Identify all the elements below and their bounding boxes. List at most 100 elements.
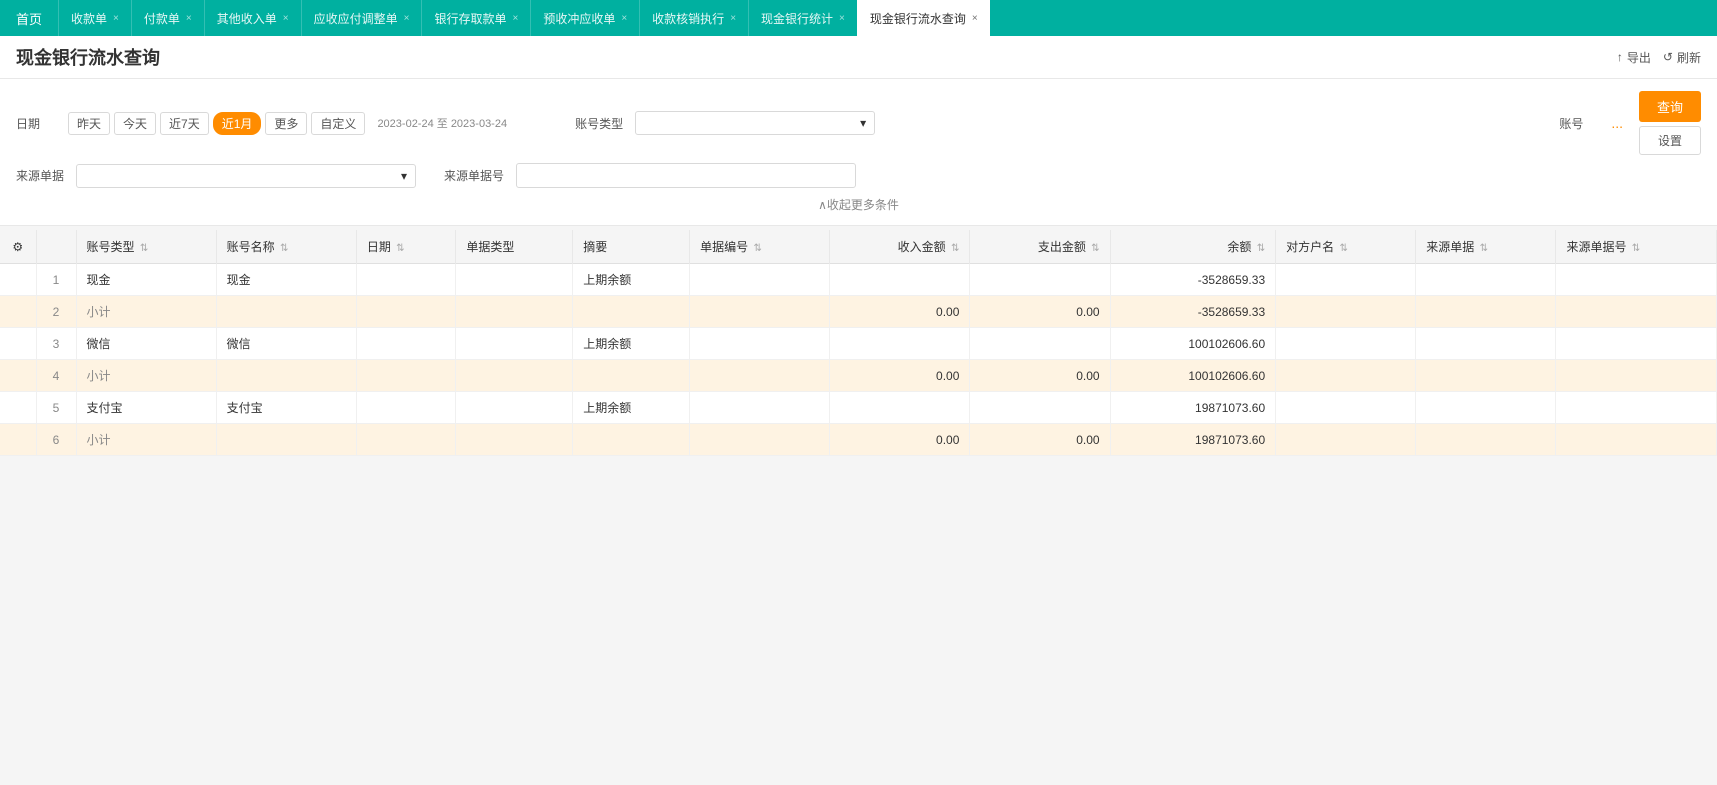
td-source-doc xyxy=(1416,360,1556,392)
td-settings xyxy=(0,264,36,296)
header-actions: ↑ 导出 ↺ 刷新 xyxy=(1617,49,1701,66)
date-btn-more[interactable]: 更多 xyxy=(265,112,307,135)
td-doc-no xyxy=(690,424,830,456)
td-account-type: 小计 xyxy=(76,296,216,328)
filter-row-date: 日期 昨天 今天 近7天 近1月 更多 自定义 2023-02-24 至 202… xyxy=(16,91,1701,155)
nav-tab-fukuandan[interactable]: 付款单 × xyxy=(131,0,204,36)
account-type-label: 账号类型 xyxy=(575,115,623,132)
close-icon[interactable]: × xyxy=(512,13,518,24)
td-income xyxy=(830,392,970,424)
th-source-doc[interactable]: 来源单据 ⇅ xyxy=(1416,230,1556,264)
nav-tab-shoukuanhexiao[interactable]: 收款核销执行 × xyxy=(639,0,748,36)
close-icon[interactable]: × xyxy=(621,13,627,24)
refresh-icon: ↺ xyxy=(1663,50,1673,64)
td-doc-no xyxy=(690,328,830,360)
th-income[interactable]: 收入金额 ⇅ xyxy=(830,230,970,264)
refresh-button[interactable]: ↺ 刷新 xyxy=(1663,49,1701,66)
th-counterpart[interactable]: 对方户名 ⇅ xyxy=(1276,230,1416,264)
th-account-name[interactable]: 账号名称 ⇅ xyxy=(216,230,356,264)
th-source-doc-no[interactable]: 来源单据号 ⇅ xyxy=(1556,230,1717,264)
nav-home[interactable]: 首页 xyxy=(0,0,58,36)
source-doc-no-input[interactable] xyxy=(516,163,856,188)
nav-tab-qitashouruan[interactable]: 其他收入单 × xyxy=(204,0,301,36)
source-doc-select[interactable]: ▾ xyxy=(76,164,416,188)
date-btn-yesterday[interactable]: 昨天 xyxy=(68,112,110,135)
nav-tab-yushounchong[interactable]: 预收冲应收单 × xyxy=(530,0,639,36)
td-date xyxy=(356,264,456,296)
td-expense: 0.00 xyxy=(970,360,1110,392)
date-btn-custom[interactable]: 自定义 xyxy=(311,112,365,135)
close-icon[interactable]: × xyxy=(972,13,978,24)
td-summary: 上期余额 xyxy=(573,328,690,360)
td-settings xyxy=(0,392,36,424)
td-doc-type xyxy=(456,360,573,392)
chevron-up-icon: ∧ xyxy=(818,198,827,212)
td-account-type: 小计 xyxy=(76,360,216,392)
td-date xyxy=(356,296,456,328)
date-range-display: 2023-02-24 至 2023-03-24 xyxy=(377,115,507,131)
td-summary: 上期余额 xyxy=(573,392,690,424)
nav-tab-yinhangcunqu[interactable]: 银行存取款单 × xyxy=(421,0,530,36)
date-btn-7days[interactable]: 近7天 xyxy=(160,112,209,135)
td-counterpart xyxy=(1276,392,1416,424)
td-account-name: 现金 xyxy=(216,264,356,296)
filter-section: 日期 昨天 今天 近7天 近1月 更多 自定义 2023-02-24 至 202… xyxy=(0,79,1717,226)
th-doc-type: 单据类型 xyxy=(456,230,573,264)
account-ellipsis-button[interactable]: ... xyxy=(1611,115,1623,131)
td-settings xyxy=(0,296,36,328)
date-btn-today[interactable]: 今天 xyxy=(114,112,156,135)
export-button[interactable]: ↑ 导出 xyxy=(1617,49,1651,66)
td-source-doc-no xyxy=(1556,264,1717,296)
sort-icon: ⇅ xyxy=(753,243,761,254)
close-icon[interactable]: × xyxy=(186,13,192,24)
chevron-down-icon: ▾ xyxy=(860,116,866,130)
page-header: 现金银行流水查询 ↑ 导出 ↺ 刷新 xyxy=(0,36,1717,79)
td-account-type: 微信 xyxy=(76,328,216,360)
sort-icon: ⇅ xyxy=(1091,243,1099,254)
th-balance[interactable]: 余额 ⇅ xyxy=(1110,230,1276,264)
th-doc-no[interactable]: 单据编号 ⇅ xyxy=(690,230,830,264)
td-account-name: 支付宝 xyxy=(216,392,356,424)
td-expense xyxy=(970,264,1110,296)
td-source-doc xyxy=(1416,264,1556,296)
sort-icon: ⇅ xyxy=(1632,243,1640,254)
td-account-name xyxy=(216,360,356,392)
th-settings[interactable]: ⚙ xyxy=(0,230,36,264)
td-doc-no xyxy=(690,392,830,424)
collapse-bar[interactable]: ∧ 收起更多条件 xyxy=(16,196,1701,213)
nav-tab-yingshouyingfu[interactable]: 应收应付调整单 × xyxy=(301,0,422,36)
nav-tab-xianjinyinhangliushui[interactable]: 现金银行流水查询 × xyxy=(857,0,990,36)
th-date[interactable]: 日期 ⇅ xyxy=(356,230,456,264)
td-source-doc xyxy=(1416,296,1556,328)
td-expense xyxy=(970,392,1110,424)
td-date xyxy=(356,392,456,424)
close-icon[interactable]: × xyxy=(113,13,119,24)
th-account-type[interactable]: 账号类型 ⇅ xyxy=(76,230,216,264)
td-source-doc-no xyxy=(1556,424,1717,456)
settings-button[interactable]: 设置 xyxy=(1639,126,1701,155)
nav-tab-xianjinyinhangtongjI[interactable]: 现金银行统计 × xyxy=(748,0,857,36)
date-btn-1month[interactable]: 近1月 xyxy=(213,112,262,135)
td-doc-type xyxy=(456,264,573,296)
td-counterpart xyxy=(1276,360,1416,392)
td-settings xyxy=(0,424,36,456)
filter-row-source: 来源单据 ▾ 来源单据号 xyxy=(16,163,1701,188)
td-income xyxy=(830,328,970,360)
td-account-name xyxy=(216,296,356,328)
nav-tab-shoukuandan[interactable]: 收款单 × xyxy=(58,0,131,36)
source-doc-label: 来源单据 xyxy=(16,167,64,184)
account-type-select[interactable]: ▾ xyxy=(635,111,875,135)
close-icon[interactable]: × xyxy=(730,13,736,24)
th-expense[interactable]: 支出金额 ⇅ xyxy=(970,230,1110,264)
export-icon: ↑ xyxy=(1617,50,1623,64)
table-row: 4小计0.000.00100102606.60 xyxy=(0,360,1717,392)
close-icon[interactable]: × xyxy=(839,13,845,24)
query-button[interactable]: 查询 xyxy=(1639,91,1701,122)
close-icon[interactable]: × xyxy=(283,13,289,24)
td-settings xyxy=(0,360,36,392)
sort-icon: ⇅ xyxy=(1339,243,1347,254)
close-icon[interactable]: × xyxy=(404,13,410,24)
account-label: 账号 xyxy=(1559,115,1599,132)
td-counterpart xyxy=(1276,264,1416,296)
td-source-doc-no xyxy=(1556,392,1717,424)
